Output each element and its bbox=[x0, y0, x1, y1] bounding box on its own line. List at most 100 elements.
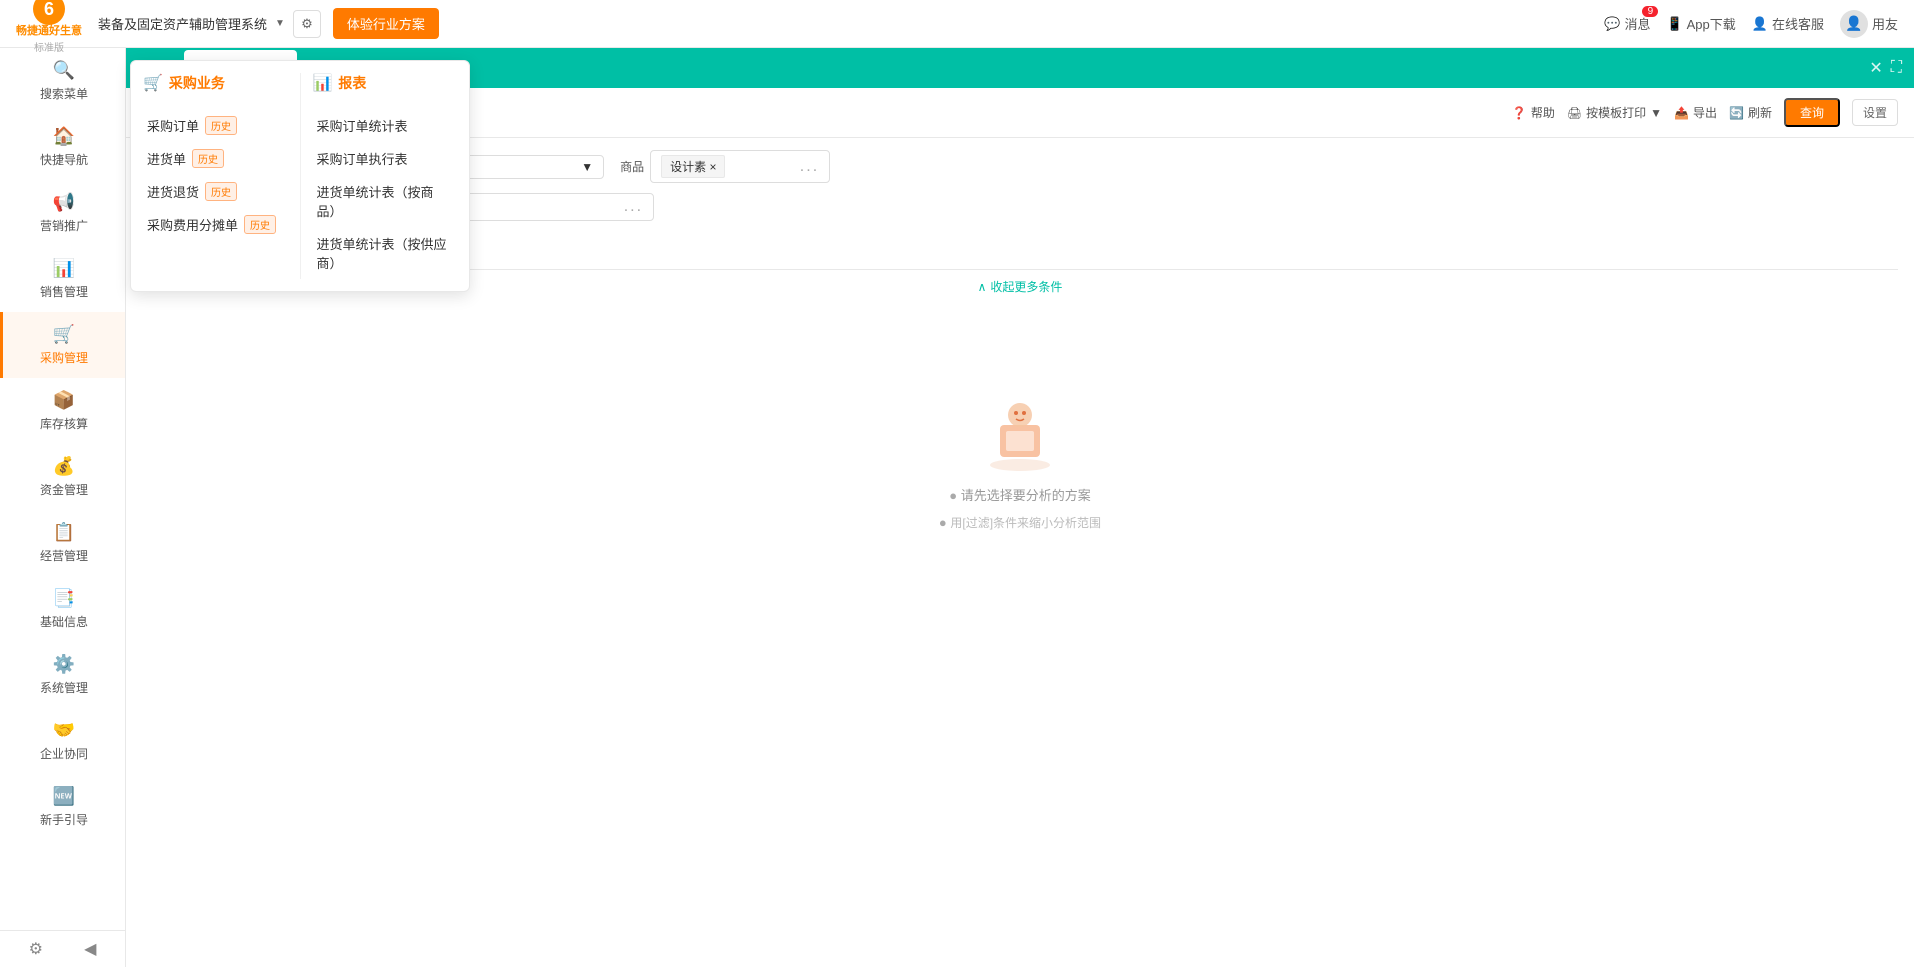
goods-return-history[interactable]: 历史 bbox=[205, 182, 237, 201]
sidebar-label-newguide: 新手引导 bbox=[40, 811, 88, 828]
messages-badge: 9 bbox=[1642, 6, 1658, 17]
dropdown-col-business-title: 🛒 采购业务 bbox=[143, 73, 288, 99]
help-icon: ❓ bbox=[1512, 106, 1527, 120]
brand-name: 畅捷通好生意 bbox=[16, 25, 82, 38]
cooperation-icon: 🤝 bbox=[53, 720, 75, 741]
app-wrapper: 6 畅捷通好生意 标准版 装备及固定资产辅助管理系统 ▼ ⚙ 体验行业方案 💬 … bbox=[0, 0, 1914, 967]
system-icon: ⚙️ bbox=[53, 654, 75, 675]
sidebar-label-basicinfo: 基础信息 bbox=[40, 613, 88, 630]
order-stats-label: 采购订单统计表 bbox=[317, 116, 408, 135]
sidebar-item-operations[interactable]: 📋 经营管理 bbox=[0, 510, 125, 576]
tab-bar-actions: ✕ ⛶ bbox=[1869, 58, 1914, 78]
export-icon: 📤 bbox=[1674, 106, 1689, 120]
settings-btn[interactable]: 设置 bbox=[1852, 99, 1898, 126]
collapse-icon: ∧ bbox=[978, 280, 987, 294]
goods-dots[interactable]: ... bbox=[800, 158, 819, 176]
sidebar-label-cooperation: 企业协同 bbox=[40, 745, 88, 762]
purchase-order-history[interactable]: 历史 bbox=[205, 116, 237, 135]
purchase-expense-history[interactable]: 历史 bbox=[244, 215, 276, 234]
sidebar-item-newguide[interactable]: 🆕 新手引导 bbox=[0, 774, 125, 840]
window-close-icon[interactable]: ✕ bbox=[1869, 58, 1882, 78]
empty-hint2: ● 用[过滤]条件来缩小分析范围 bbox=[939, 514, 1101, 531]
sidebar-item-marketing[interactable]: 📢 营销推广 bbox=[0, 180, 125, 246]
top-bar-right: 💬 消息 9 📱 App下载 👤 在线客服 👤 用友 bbox=[1604, 10, 1898, 38]
refresh-label: 刷新 bbox=[1748, 104, 1772, 121]
print-template-btn[interactable]: 🖨 按模板打印 ▼ bbox=[1567, 104, 1662, 121]
goods-in-history[interactable]: 历史 bbox=[192, 149, 224, 168]
service-icon: 👤 bbox=[1752, 16, 1768, 32]
purchase-expense-label: 采购费用分摊单 bbox=[147, 215, 238, 234]
sidebar-collapse-btn[interactable]: ◀ bbox=[84, 939, 96, 959]
goods-stats-supplier-label: 进货单统计表（按供应商） bbox=[317, 234, 454, 272]
dropdown-item-goods-in[interactable]: 进货单 历史 bbox=[143, 142, 288, 175]
logo-char: 6 bbox=[44, 0, 54, 20]
sidebar-label-quicknav: 快捷导航 bbox=[40, 151, 88, 168]
message-icon: 💬 bbox=[1604, 16, 1620, 32]
settings-icon-btn[interactable]: ⚙ bbox=[293, 10, 321, 38]
sidebar: 🔍 搜索菜单 🏠 快捷导航 📢 营销推广 📊 销售管理 🛒 采购管理 📦 bbox=[0, 48, 126, 967]
goods-stats-product-label: 进货单统计表（按商品） bbox=[317, 182, 454, 220]
dropdown-item-order-exec[interactable]: 采购订单执行表 bbox=[313, 142, 458, 175]
goods-tag-text: 设计素 × bbox=[670, 158, 716, 175]
dropdown-item-goods-stats-product[interactable]: 进货单统计表（按商品） bbox=[313, 175, 458, 227]
dropdown-item-goods-return[interactable]: 进货退货 历史 bbox=[143, 175, 288, 208]
help-btn[interactable]: ❓ 帮助 bbox=[1512, 104, 1555, 121]
sidebar-item-system[interactable]: ⚙️ 系统管理 bbox=[0, 642, 125, 708]
empty-state: ● 请先选择要分析的方案 ● 用[过滤]条件来缩小分析范围 bbox=[126, 315, 1914, 611]
goods-filter: 商品 设计素 × ... bbox=[620, 150, 830, 183]
messages-btn[interactable]: 💬 消息 9 bbox=[1604, 14, 1650, 33]
sidebar-item-cooperation[interactable]: 🤝 企业协同 bbox=[0, 708, 125, 774]
sidebar-label-search: 搜索菜单 bbox=[40, 85, 88, 102]
salesperson-select[interactable]: ... bbox=[454, 193, 654, 221]
print-dropdown-icon: ▼ bbox=[1650, 106, 1662, 120]
dropdown-item-purchase-order[interactable]: 采购订单 历史 bbox=[143, 109, 288, 142]
goods-select[interactable]: 设计素 × ... bbox=[650, 150, 830, 183]
dropdown-item-goods-stats-supplier[interactable]: 进货单统计表（按供应商） bbox=[313, 227, 458, 279]
dropdown-item-purchase-expense[interactable]: 采购费用分摊单 历史 bbox=[143, 208, 288, 241]
salesperson-dots[interactable]: ... bbox=[624, 198, 643, 216]
sidebar-settings-btn[interactable]: ⚙ bbox=[29, 939, 43, 959]
basicinfo-icon: 📑 bbox=[53, 588, 75, 609]
goods-label: 商品 bbox=[620, 158, 644, 175]
query-btn[interactable]: 查询 bbox=[1784, 98, 1840, 127]
doc-status-dropdown-icon: ▼ bbox=[581, 160, 593, 174]
sidebar-item-inventory[interactable]: 📦 库存核算 bbox=[0, 378, 125, 444]
inventory-icon: 📦 bbox=[53, 390, 75, 411]
sidebar-item-search[interactable]: 🔍 搜索菜单 bbox=[0, 48, 125, 114]
refresh-btn[interactable]: 🔄 刷新 bbox=[1729, 104, 1772, 121]
sidebar-item-quicknav[interactable]: 🏠 快捷导航 bbox=[0, 114, 125, 180]
online-service-btn[interactable]: 👤 在线客服 bbox=[1752, 14, 1824, 33]
system-title: 装备及固定资产辅助管理系统 bbox=[98, 14, 267, 33]
brand-edition: 标准版 bbox=[34, 39, 64, 54]
business-title-label: 采购业务 bbox=[169, 73, 225, 93]
logo-icon: 6 bbox=[33, 0, 65, 25]
operations-icon: 📋 bbox=[53, 522, 75, 543]
dropdown-col-report: 📊 报表 采购订单统计表 采购订单执行表 进货单统计表（按商品） 进货单统计表（… bbox=[300, 73, 470, 279]
app-download-btn[interactable]: 📱 App下载 bbox=[1666, 14, 1735, 33]
sidebar-item-purchase[interactable]: 🛒 采购管理 bbox=[0, 312, 125, 378]
export-btn[interactable]: 📤 导出 bbox=[1674, 104, 1717, 121]
business-title-icon: 🛒 bbox=[143, 73, 163, 93]
sidebar-item-sales[interactable]: 📊 销售管理 bbox=[0, 246, 125, 312]
dropdown-item-order-stats[interactable]: 采购订单统计表 bbox=[313, 109, 458, 142]
sidebar-item-finance[interactable]: 💰 资金管理 bbox=[0, 444, 125, 510]
finance-icon: 💰 bbox=[53, 456, 75, 477]
goods-in-label: 进货单 bbox=[147, 149, 186, 168]
sidebar-label-sales: 销售管理 bbox=[40, 283, 88, 300]
sales-icon: 📊 bbox=[53, 258, 75, 279]
window-expand-icon[interactable]: ⛶ bbox=[1891, 59, 1902, 77]
report-title-label: 报表 bbox=[338, 73, 366, 93]
sidebar-label-purchase: 采购管理 bbox=[40, 349, 88, 366]
print-icon: 🖨 bbox=[1567, 106, 1582, 120]
order-exec-label: 采购订单执行表 bbox=[317, 149, 408, 168]
marketing-icon: 📢 bbox=[53, 192, 75, 213]
search-icon: 🔍 bbox=[53, 60, 75, 81]
industry-btn[interactable]: 体验行业方案 bbox=[333, 8, 439, 39]
title-dropdown-icon[interactable]: ▼ bbox=[275, 18, 285, 29]
user-btn[interactable]: 👤 用友 bbox=[1840, 10, 1898, 38]
user-avatar: 👤 bbox=[1840, 10, 1868, 38]
sidebar-item-basicinfo[interactable]: 📑 基础信息 bbox=[0, 576, 125, 642]
dropdown-cols: 🛒 采购业务 采购订单 历史 进货单 历史 进货退货 历史 采购费用分摊单 bbox=[131, 73, 469, 279]
goods-return-label: 进货退货 bbox=[147, 182, 199, 201]
phone-icon: 📱 bbox=[1666, 16, 1682, 32]
